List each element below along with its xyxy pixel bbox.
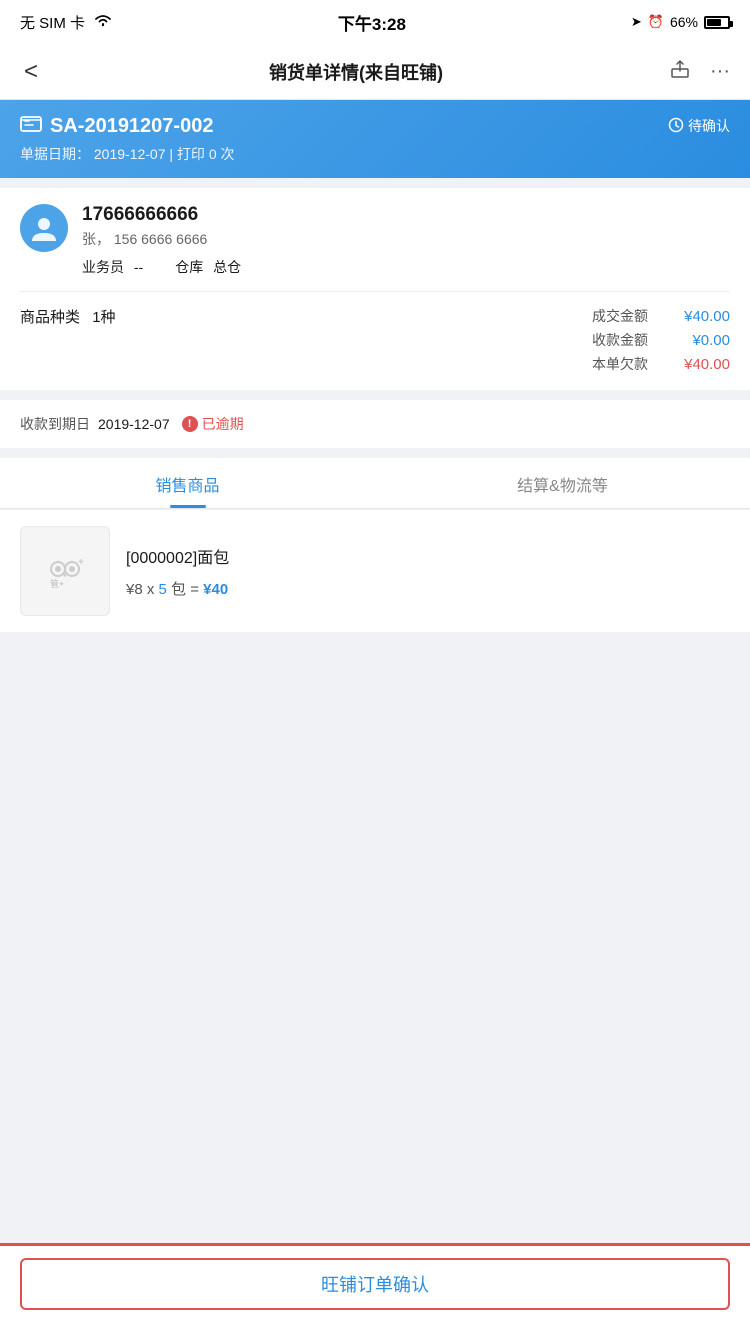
wifi-icon [93, 13, 113, 31]
order-date: 2019-12-07 [94, 146, 166, 162]
empty-space [0, 632, 750, 912]
stats-right: 成交金额 ¥40.00 收款金额 ¥0.00 本单欠款 ¥40.00 [592, 306, 730, 374]
tab-sales-products[interactable]: 销售商品 [0, 458, 375, 508]
overdue-badge: ! 已逾期 [182, 414, 244, 434]
stats-section: 商品种类 1种 成交金额 ¥40.00 收款金额 ¥0.00 本单欠款 ¥40.… [20, 306, 730, 374]
tabs-row: 销售商品 结算&物流等 [0, 458, 750, 508]
due-date-label: 收款到期日 [20, 414, 90, 434]
due-date-section: 收款到期日 2019-12-07 ! 已逾期 [0, 400, 750, 448]
export-button[interactable] [666, 55, 694, 88]
due-date-value: 2019-12-07 [98, 416, 170, 432]
status-bar: 无 SIM 卡 下午3:28 ➤ ⏰ 66% [0, 0, 750, 44]
carrier-label: 无 SIM 卡 [20, 12, 85, 33]
sales-rep: 业务员 -- [82, 257, 143, 277]
bottom-action-bar: 旺铺订单确认 [0, 1243, 750, 1334]
status-clock-icon [668, 117, 684, 136]
warehouse: 仓库 总仓 [175, 257, 241, 277]
product-name: [0000002]面包 [126, 544, 730, 568]
product-total: ¥40 [203, 581, 228, 598]
order-date-info: 单据日期： 2019-12-07 | 打印 0 次 [20, 144, 730, 164]
owed-value: ¥40.00 [660, 356, 730, 373]
order-header-card: SA-20191207-002 待确认 单据日期： 2019-12-07 | 打… [0, 100, 750, 178]
divider [20, 291, 730, 292]
tab-settlement-logistics[interactable]: 结算&物流等 [375, 458, 750, 508]
multiply-sign: x [147, 581, 159, 598]
order-id: SA-20191207-002 [20, 114, 213, 138]
location-icon: ➤ [631, 14, 642, 30]
product-type-stat: 商品种类 1种 [20, 306, 116, 327]
back-button[interactable]: < [16, 50, 46, 94]
svg-text:管+: 管+ [50, 578, 64, 589]
customer-info: 17666666666 张， 156 6666 6666 业务员 -- 仓库 总… [82, 204, 730, 277]
stats-left: 商品种类 1种 [20, 306, 116, 327]
product-card: + 管+ [0000002]面包 ¥8 x 5 包 = ¥40 [0, 510, 750, 632]
customer-phone: 17666666666 [82, 204, 730, 226]
owed-row: 本单欠款 ¥40.00 [592, 354, 730, 374]
print-info: | 打印 0 次 [169, 146, 234, 162]
overdue-text: 已逾期 [202, 414, 244, 434]
product-qty: 5 [159, 581, 167, 598]
order-id-icon [20, 114, 42, 138]
sales-value: -- [134, 259, 143, 275]
product-info: [0000002]面包 ¥8 x 5 包 = ¥40 [126, 544, 730, 599]
battery-icon [704, 16, 730, 29]
nav-actions: ··· [666, 55, 734, 88]
alarm-icon: ⏰ [648, 14, 664, 30]
warehouse-value: 总仓 [213, 259, 241, 275]
product-logo: + 管+ [40, 551, 90, 591]
received-row: 收款金额 ¥0.00 [592, 330, 730, 350]
order-status: 待确认 [668, 116, 730, 136]
product-thumbnail: + 管+ [20, 526, 110, 616]
nav-bar: < 销货单详情(来自旺铺) ··· [0, 44, 750, 100]
battery-percent: 66% [670, 14, 698, 30]
customer-alt-phone: 156 6666 6666 [114, 231, 207, 247]
equals-sign: = [190, 581, 203, 598]
customer-name-phone: 张， 156 6666 6666 [82, 229, 730, 249]
status-right: ➤ ⏰ 66% [631, 14, 730, 30]
customer-meta: 业务员 -- 仓库 总仓 [82, 257, 730, 277]
deal-amount-value: ¥40.00 [660, 308, 730, 325]
status-text: 待确认 [688, 116, 730, 136]
received-value: ¥0.00 [660, 332, 730, 349]
status-left: 无 SIM 卡 [20, 12, 113, 33]
customer-card: 17666666666 张， 156 6666 6666 业务员 -- 仓库 总… [0, 188, 750, 390]
confirm-order-button[interactable]: 旺铺订单确认 [20, 1258, 730, 1310]
product-price-row: ¥8 x 5 包 = ¥40 [126, 578, 730, 599]
order-id-text: SA-20191207-002 [50, 115, 213, 138]
status-time: 下午3:28 [338, 10, 406, 35]
svg-text:+: + [78, 557, 84, 568]
customer-name: 张 [82, 231, 96, 247]
product-price: ¥8 [126, 581, 143, 598]
page-title: 销货单详情(来自旺铺) [269, 59, 443, 85]
product-unit: 包 [171, 581, 186, 598]
tabs-section: 销售商品 结算&物流等 [0, 458, 750, 509]
overdue-icon: ! [182, 416, 198, 432]
deal-amount-row: 成交金额 ¥40.00 [592, 306, 730, 326]
avatar [20, 204, 68, 252]
more-button[interactable]: ··· [706, 56, 734, 87]
date-label: 单据日期： [20, 146, 90, 162]
